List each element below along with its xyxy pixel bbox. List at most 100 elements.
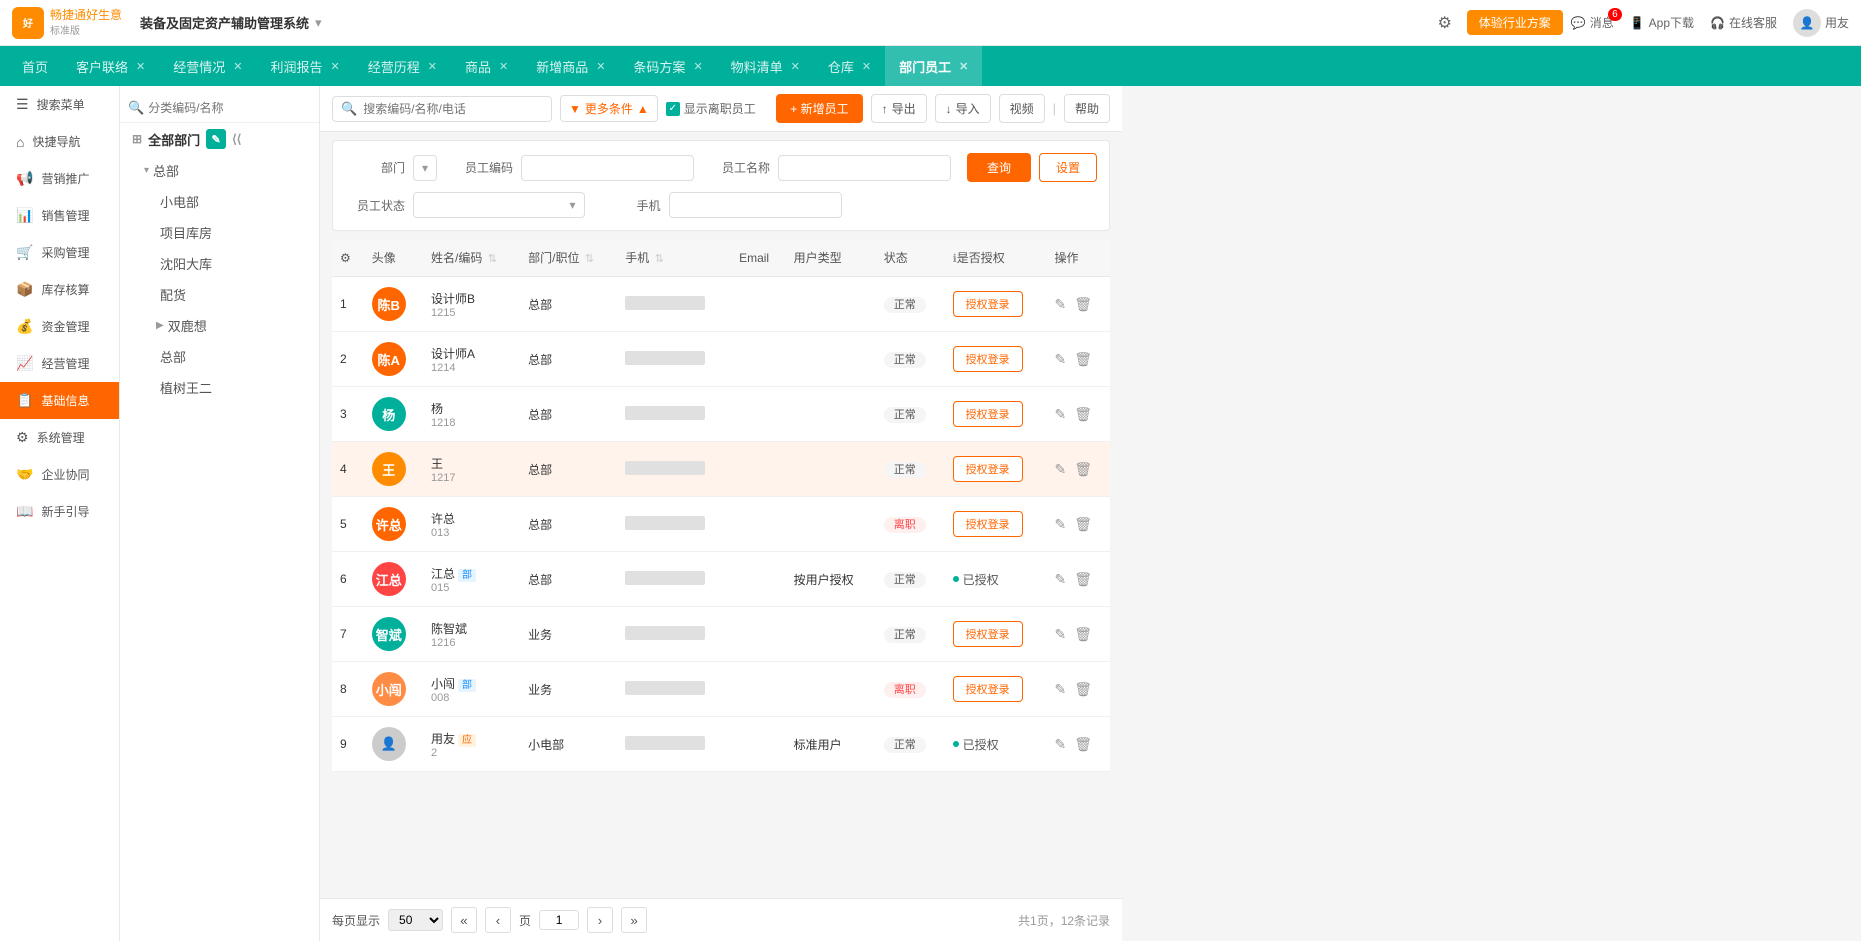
nav-tab-0[interactable]: 首页 xyxy=(8,46,62,86)
col-phone[interactable]: 手机 ⇅ xyxy=(617,239,731,277)
nav-tab-5[interactable]: 商品✕ xyxy=(451,46,522,86)
sidebar-item-7[interactable]: 📈经营管理 xyxy=(0,345,119,382)
dept-item-7[interactable]: 植树王二 xyxy=(120,372,319,403)
delete-icon-2[interactable]: 🗑 xyxy=(1074,406,1092,423)
set-btn[interactable]: 设置 xyxy=(1039,153,1097,182)
user-menu[interactable]: 👤 用友 xyxy=(1793,9,1849,37)
dept-search-input[interactable] xyxy=(148,101,311,115)
more-filter-btn[interactable]: ▼ 更多条件 ▲ xyxy=(560,95,658,122)
message-btn[interactable]: 💬 消息 6 xyxy=(1571,14,1614,31)
tab-close-9[interactable]: ✕ xyxy=(862,60,871,73)
delete-icon-3[interactable]: 🗑 xyxy=(1074,461,1092,478)
nav-tab-1[interactable]: 客户联络✕ xyxy=(62,46,159,86)
tab-close-3[interactable]: ✕ xyxy=(331,60,340,73)
sidebar-item-0[interactable]: ☰搜索菜单 xyxy=(0,86,119,123)
auth-btn-4[interactable]: 授权登录 xyxy=(953,511,1023,537)
edit-icon-8[interactable]: ✎ xyxy=(1055,736,1067,753)
view-btn[interactable]: 视频 xyxy=(999,94,1045,123)
delete-icon-6[interactable]: 🗑 xyxy=(1074,626,1092,643)
auth-btn-0[interactable]: 授权登录 xyxy=(953,291,1023,317)
help-btn[interactable]: 帮助 xyxy=(1064,94,1110,123)
sidebar-item-5[interactable]: 📦库存核算 xyxy=(0,271,119,308)
import-btn[interactable]: ↓ 导入 xyxy=(935,94,991,123)
next-page-btn[interactable]: › xyxy=(587,907,613,933)
system-dropdown-icon[interactable]: ▾ xyxy=(315,15,322,31)
edit-icon-1[interactable]: ✎ xyxy=(1055,351,1067,368)
nav-tab-9[interactable]: 仓库✕ xyxy=(814,46,885,86)
tab-close-8[interactable]: ✕ xyxy=(791,60,800,73)
sidebar-item-4[interactable]: 🛒采购管理 xyxy=(0,234,119,271)
delete-icon-1[interactable]: 🗑 xyxy=(1074,351,1092,368)
sidebar-item-6[interactable]: 💰资金管理 xyxy=(0,308,119,345)
edit-icon-6[interactable]: ✎ xyxy=(1055,626,1067,643)
settings-icon[interactable]: ⚙ xyxy=(1431,9,1459,37)
delete-icon-0[interactable]: 🗑 xyxy=(1074,296,1092,313)
delete-icon-8[interactable]: 🗑 xyxy=(1074,736,1092,753)
nav-tab-7[interactable]: 条码方案✕ xyxy=(619,46,716,86)
per-page-select[interactable]: 50 100 xyxy=(388,909,443,931)
show-resigned-toggle[interactable]: ✓ 显示离职员工 xyxy=(666,100,756,117)
search-input[interactable] xyxy=(363,102,543,116)
nav-tab-10[interactable]: 部门员工✕ xyxy=(885,46,982,86)
dept-search-box[interactable]: 🔍 xyxy=(120,94,319,123)
dept-filter-select[interactable]: ▾ xyxy=(413,155,437,181)
app-download-btn[interactable]: 📱 App下载 xyxy=(1630,14,1694,31)
edit-icon-0[interactable]: ✎ xyxy=(1055,296,1067,313)
tab-close-7[interactable]: ✕ xyxy=(693,60,702,73)
edit-icon-4[interactable]: ✎ xyxy=(1055,516,1067,533)
dept-collapse-icon[interactable]: ⟨⟨ xyxy=(232,132,241,146)
phone-input[interactable] xyxy=(669,192,842,218)
nav-tab-3[interactable]: 利润报告✕ xyxy=(256,46,353,86)
emp-name-input[interactable] xyxy=(778,155,951,181)
edit-icon-5[interactable]: ✎ xyxy=(1055,571,1067,588)
page-input[interactable] xyxy=(539,910,579,930)
employee-search-box[interactable]: 🔍 xyxy=(332,96,552,122)
first-page-btn[interactable]: « xyxy=(451,907,477,933)
edit-icon-7[interactable]: ✎ xyxy=(1055,681,1067,698)
nav-tab-8[interactable]: 物料清单✕ xyxy=(717,46,814,86)
delete-icon-4[interactable]: 🗑 xyxy=(1074,516,1092,533)
auth-btn-2[interactable]: 授权登录 xyxy=(953,401,1023,427)
sidebar-item-3[interactable]: 📊销售管理 xyxy=(0,197,119,234)
auth-btn-1[interactable]: 授权登录 xyxy=(953,346,1023,372)
online-service-btn[interactable]: 🎧 在线客服 xyxy=(1710,14,1777,31)
delete-icon-7[interactable]: 🗑 xyxy=(1074,681,1092,698)
add-employee-btn[interactable]: + 新增员工 xyxy=(776,94,862,123)
dept-item-0[interactable]: ▾ 总部 xyxy=(120,155,319,186)
last-page-btn[interactable]: » xyxy=(621,907,647,933)
sidebar-item-11[interactable]: 📖新手引导 xyxy=(0,493,119,530)
nav-tab-2[interactable]: 经营情况✕ xyxy=(159,46,256,86)
sidebar-item-8[interactable]: 📋基础信息 xyxy=(0,382,119,419)
prev-page-btn[interactable]: ‹ xyxy=(485,907,511,933)
dept-edit-icon[interactable]: ✎ xyxy=(206,129,226,149)
dept-item-4[interactable]: 配货 xyxy=(120,279,319,310)
edit-icon-2[interactable]: ✎ xyxy=(1055,406,1067,423)
dept-item-6[interactable]: 总部 xyxy=(120,341,319,372)
query-btn[interactable]: 查询 xyxy=(967,153,1031,182)
sidebar-item-10[interactable]: 🤝企业协同 xyxy=(0,456,119,493)
emp-status-select[interactable]: ▾ xyxy=(413,192,585,218)
dept-item-2[interactable]: 项目库房 xyxy=(120,217,319,248)
dept-item-3[interactable]: 沈阳大库 xyxy=(120,248,319,279)
emp-code-input[interactable] xyxy=(521,155,694,181)
sidebar-item-9[interactable]: ⚙系统管理 xyxy=(0,419,119,456)
delete-icon-5[interactable]: 🗑 xyxy=(1074,571,1092,588)
tab-close-2[interactable]: ✕ xyxy=(233,60,242,73)
auth-btn-3[interactable]: 授权登录 xyxy=(953,456,1023,482)
dept-item-1[interactable]: 小电部 xyxy=(120,186,319,217)
nav-tab-4[interactable]: 经营历程✕ xyxy=(354,46,451,86)
tab-close-1[interactable]: ✕ xyxy=(136,60,145,73)
sidebar-item-2[interactable]: 📢营销推广 xyxy=(0,160,119,197)
auth-btn-6[interactable]: 授权登录 xyxy=(953,621,1023,647)
col-dept[interactable]: 部门/职位 ⇅ xyxy=(520,239,617,277)
dept-item-5[interactable]: ▶ 双鹿想 xyxy=(120,310,319,341)
experience-btn[interactable]: 体验行业方案 xyxy=(1467,10,1563,35)
sidebar-item-1[interactable]: ⌂快捷导航 xyxy=(0,123,119,160)
export-btn[interactable]: ↑ 导出 xyxy=(871,94,927,123)
edit-icon-3[interactable]: ✎ xyxy=(1055,461,1067,478)
nav-tab-6[interactable]: 新增商品✕ xyxy=(522,46,619,86)
tab-close-5[interactable]: ✕ xyxy=(499,60,508,73)
tab-close-4[interactable]: ✕ xyxy=(428,60,437,73)
dept-all-label[interactable]: 全部部门 xyxy=(148,130,200,149)
tab-close-10[interactable]: ✕ xyxy=(959,60,968,73)
